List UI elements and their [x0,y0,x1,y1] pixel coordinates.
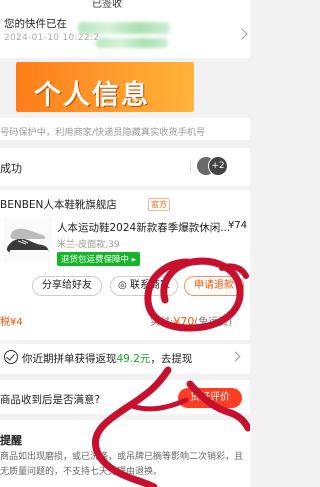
product-image[interactable] [4,218,52,262]
delivery-success-text: 成功 [0,162,22,175]
overlay-banner-text: 个人信息 [34,80,150,111]
pickup-notice-date: 2024-01-10 10:22:2 [4,33,100,43]
divider [190,160,191,174]
shipping-guarantee-text: 退货包运费保障中 [61,255,130,265]
cashback-prefix: 你近期拼单获得返现 [22,353,117,365]
share-button[interactable]: 分享给好友 [32,276,102,296]
privacy-notice-text: 号码保护中，利用商家/快递员隐藏真实收货手机号 [0,127,206,138]
cashback-text: 你近期拼单获得返现49.2元，去提现 [22,351,192,366]
check-circle-icon [4,350,18,364]
pickup-notice-text: 您的快件已在 [4,18,67,30]
tips-title: 提醒 [0,434,22,447]
review-button[interactable]: 货好评价 [178,388,242,408]
contact-seller-button[interactable]: ◎ 联系商家 [110,276,178,296]
cashback-amount: 49.2元 [116,353,151,365]
paid-label: 实付: [150,317,174,328]
product-spec: 米兰-皮面款,39 [57,240,120,250]
header-bar [0,0,250,8]
shipping-guarantee-badge[interactable]: 退货包运费保障中 ▸ [57,252,140,266]
chat-icon: ◎ [118,280,127,291]
avatar-count-badge: +2 [208,156,228,176]
shoe-icon [6,228,49,252]
product-price: ¥74 [228,220,248,231]
contact-seller-label: 联系商家 [129,280,170,291]
paid-note: (免运费) [194,317,233,328]
redacted-detail [96,38,168,48]
shop-name[interactable]: BENBEN人本鞋靴旗舰店 [0,197,117,212]
satisfaction-question: 商品收到后是否满意? [0,394,101,406]
official-badge: 官方 [148,198,170,211]
paid-value: ¥70 [173,315,195,328]
tips-body: 商品如出现磨损，或已洗涤，或吊牌已摘等影响二次销彩，且无质量问题的，不支持七天无… [0,452,244,477]
refund-button[interactable]: 申请退款 [184,276,244,296]
tax-amount: 税¥4 [0,317,23,328]
paid-amount: 实付:¥70(免运费) [150,313,232,328]
chevron-right-icon: ▸ [131,255,136,265]
cashback-suffix: ，去提现 [150,353,193,365]
product-title[interactable]: 人本运动鞋2024新款春季爆款休闲... [57,220,230,235]
